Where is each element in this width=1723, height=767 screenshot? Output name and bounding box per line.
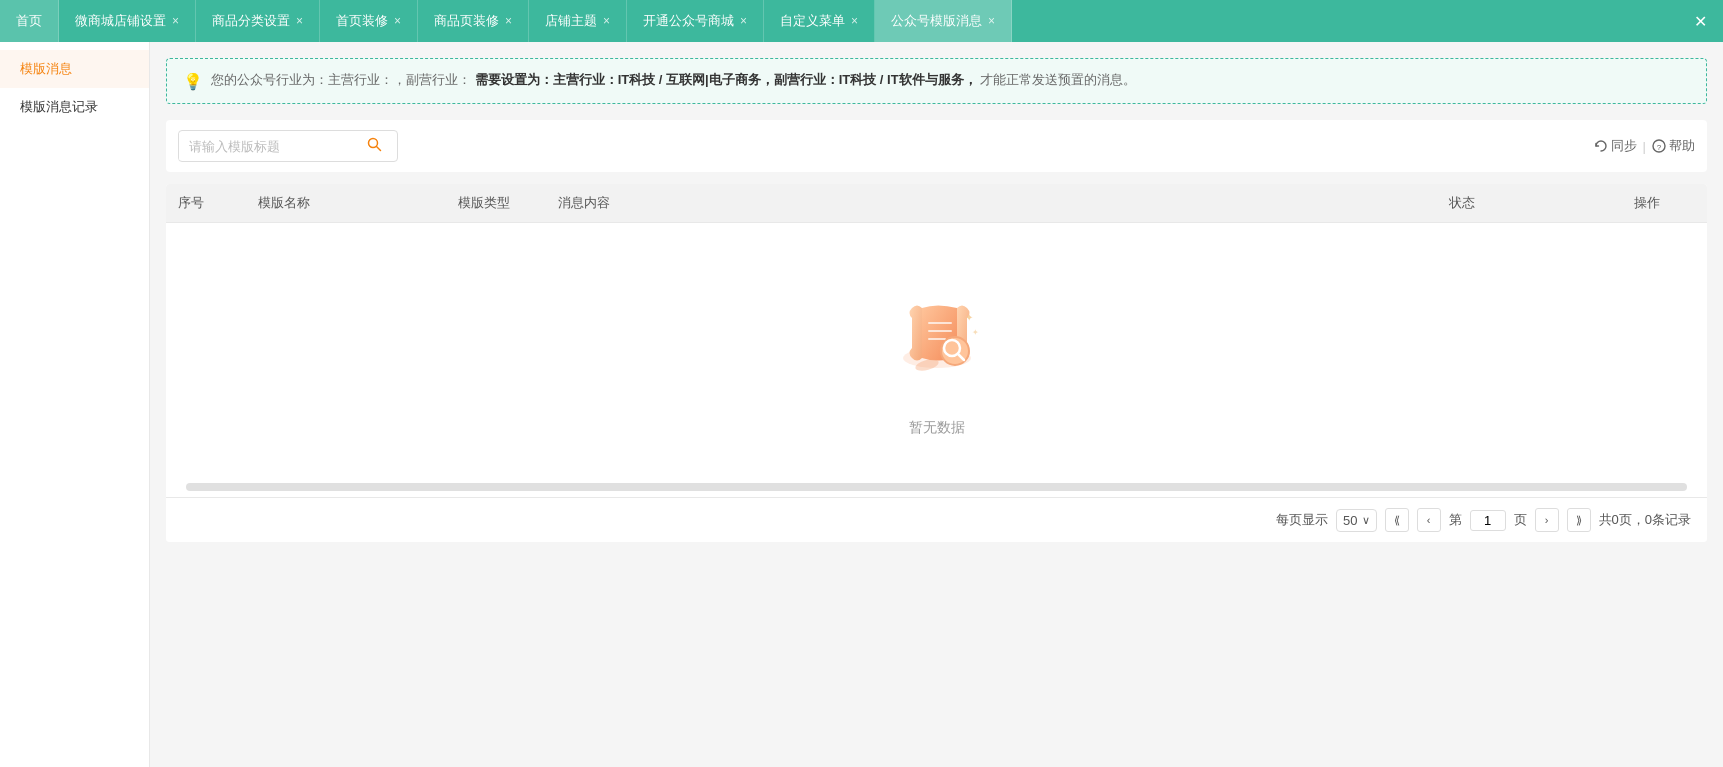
sidebar: 模版消息 模版消息记录 [0,42,150,767]
svg-line-1 [377,147,381,151]
page-size-select[interactable]: 50 ∨ [1336,509,1376,532]
sync-icon [1594,139,1608,153]
first-page-icon: ⟪ [1394,514,1400,527]
close-custom-menu[interactable]: × [851,14,858,28]
page-suffix: 页 [1514,511,1527,529]
divider: | [1643,139,1646,154]
pagination-bar: 每页显示 50 ∨ ⟪ ‹ 第 页 › ⟫ [166,497,1707,542]
th-action: 操作 [1587,184,1707,222]
th-status: 状态 [1437,184,1587,222]
tab-template-msg[interactable]: 公众号模版消息 × [875,0,1012,42]
next-page-button[interactable]: › [1535,508,1559,532]
sync-button[interactable]: 同步 [1594,137,1637,155]
search-button[interactable] [359,131,390,161]
search-right: 同步 | ? 帮助 [1594,137,1695,155]
prev-page-icon: ‹ [1427,514,1431,526]
sidebar-item-template-record[interactable]: 模版消息记录 [0,88,149,126]
first-page-button[interactable]: ⟪ [1385,508,1409,532]
sidebar-item-template-msg[interactable]: 模版消息 [0,50,149,88]
chevron-down-icon: ∨ [1362,514,1370,527]
th-name: 模版名称 [246,184,446,222]
search-input-wrap [178,130,398,162]
close-product-page[interactable]: × [505,14,512,28]
close-template-msg[interactable]: × [988,14,995,28]
last-page-button[interactable]: ⟫ [1567,508,1591,532]
tab-product-page[interactable]: 商品页装修 × [418,0,529,42]
help-icon: ? [1652,139,1666,153]
page-number-input[interactable] [1470,510,1506,531]
svg-text:✦: ✦ [972,328,979,337]
search-input[interactable] [179,133,359,160]
scrollbar-area [166,477,1707,497]
page-prefix: 第 [1449,511,1462,529]
search-icon [367,137,382,152]
last-page-icon: ⟫ [1576,514,1582,527]
table-header: 序号 模版名称 模版类型 消息内容 状态 操作 [166,184,1707,223]
tab-home-decor[interactable]: 首页装修 × [320,0,418,42]
tab-bar: 首页 微商城店铺设置 × 商品分类设置 × 首页装修 × 商品页装修 × 店铺主… [0,0,1723,42]
horizontal-scrollbar[interactable] [186,483,1687,491]
th-content: 消息内容 [546,184,1437,222]
help-button[interactable]: ? 帮助 [1652,137,1695,155]
tab-micro-store[interactable]: 微商城店铺设置 × [59,0,196,42]
data-table: 序号 模版名称 模版类型 消息内容 状态 操作 [166,184,1707,542]
prev-page-button[interactable]: ‹ [1417,508,1441,532]
tab-store-theme[interactable]: 店铺主题 × [529,0,627,42]
notice-box: 💡 您的公众号行业为：主营行业：，副营行业： 需要设置为：主营行业：IT科技 /… [166,58,1707,104]
svg-text:?: ? [1657,143,1662,152]
close-open-mall[interactable]: × [740,14,747,28]
close-store-theme[interactable]: × [603,14,610,28]
empty-text: 暂无数据 [909,419,965,437]
close-micro-store[interactable]: × [172,14,179,28]
search-left [178,130,398,162]
close-all-tabs[interactable]: ✕ [1678,12,1723,31]
tab-custom-menu[interactable]: 自定义菜单 × [764,0,875,42]
th-seq: 序号 [166,184,246,222]
main-layout: 模版消息 模版消息记录 💡 您的公众号行业为：主营行业：，副营行业： 需要设置为… [0,42,1723,767]
th-type: 模版类型 [446,184,546,222]
total-info: 共0页，0条记录 [1599,511,1691,529]
svg-text:✦: ✦ [965,312,973,323]
empty-state: ✦ ✦ 暂无数据 [166,223,1707,477]
bulb-icon: 💡 [183,72,203,91]
tab-open-mall[interactable]: 开通公众号商城 × [627,0,764,42]
search-area: 同步 | ? 帮助 [166,120,1707,172]
next-page-icon: › [1545,514,1549,526]
close-home-decor[interactable]: × [394,14,401,28]
tab-home[interactable]: 首页 [0,0,59,42]
page-size-label: 每页显示 [1276,511,1328,529]
content-area: 💡 您的公众号行业为：主营行业：，副营行业： 需要设置为：主营行业：IT科技 /… [150,42,1723,767]
close-product-cat[interactable]: × [296,14,303,28]
tab-product-cat[interactable]: 商品分类设置 × [196,0,320,42]
notice-text: 您的公众号行业为：主营行业：，副营行业： 需要设置为：主营行业：IT科技 / 互… [211,71,1136,89]
empty-illustration: ✦ ✦ [877,283,997,403]
